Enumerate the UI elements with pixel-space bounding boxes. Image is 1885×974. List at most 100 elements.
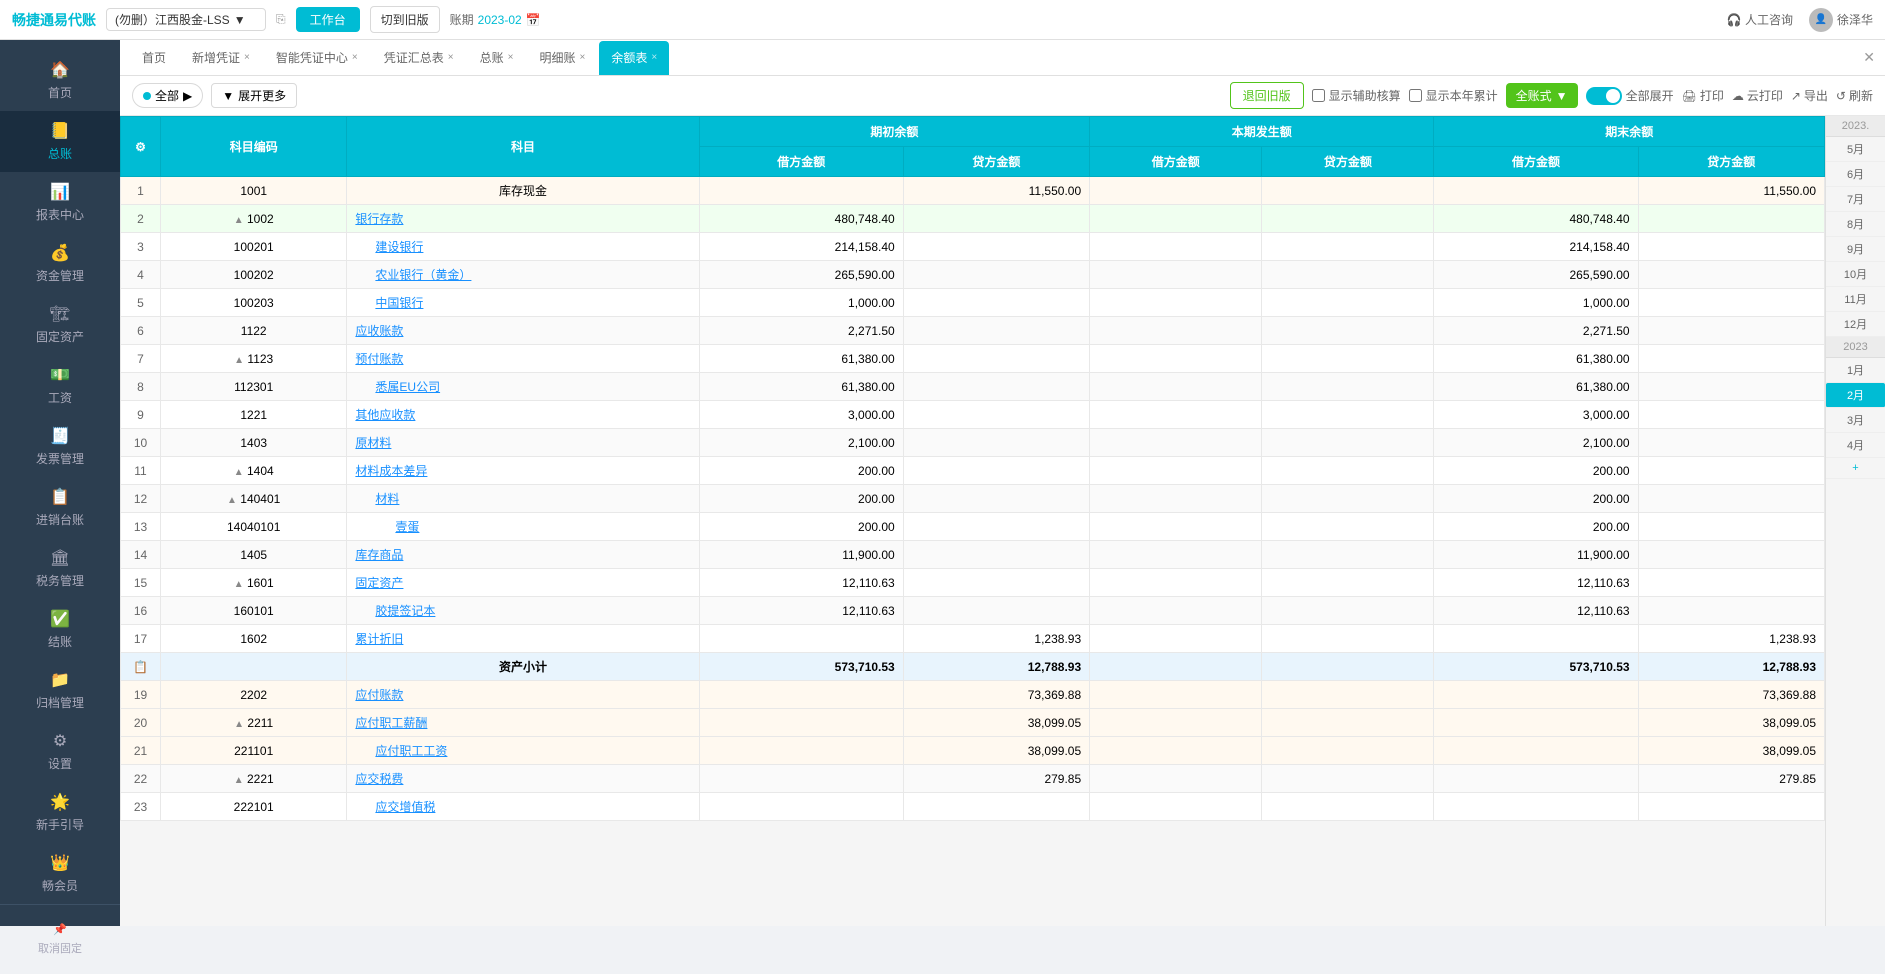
- print-button[interactable]: 🖨 打印: [1682, 87, 1724, 104]
- row-cur-debit: [1090, 541, 1262, 569]
- sidebar-item-tax[interactable]: 🏛 税务管理: [0, 538, 120, 599]
- row-cur-credit: [1262, 569, 1434, 597]
- toolbar-right: 退回旧版 显示辅助核算 显示本年累计 全账式 ▼ 全部: [1230, 82, 1873, 109]
- tab-balance[interactable]: 余额表 ×: [599, 41, 669, 75]
- company-selector[interactable]: (勿删）江西股金-LSS ▼: [106, 8, 266, 31]
- sidebar-item-assets[interactable]: 🏗 固定资产: [0, 294, 120, 355]
- return-old-button[interactable]: 退回旧版: [1230, 82, 1304, 109]
- row-name[interactable]: 悉属EU公司: [347, 373, 699, 401]
- tab-ledger-close[interactable]: ×: [508, 52, 514, 63]
- row-ob-debit: 200.00: [699, 513, 903, 541]
- right-panel-month-12[interactable]: 12月: [1826, 312, 1885, 337]
- right-panel-month-6[interactable]: 6月: [1826, 162, 1885, 187]
- sidebar-pin-button[interactable]: 📌 取消固定: [0, 913, 120, 966]
- tab-ledger[interactable]: 总账 ×: [468, 41, 526, 75]
- row-name[interactable]: 应付账款: [347, 681, 699, 709]
- sidebar-item-payroll[interactable]: 💵 工资: [0, 355, 120, 416]
- row-eb-credit: [1638, 233, 1824, 261]
- tab-home[interactable]: 首页: [130, 41, 178, 75]
- row-name[interactable]: 累计折旧: [347, 625, 699, 653]
- sidebar-item-purchase[interactable]: 📋 进销台账: [0, 477, 120, 538]
- row-name[interactable]: 预付账款: [347, 345, 699, 373]
- tab-detail-close[interactable]: ×: [579, 52, 585, 63]
- export-button[interactable]: ↗ 导出: [1791, 87, 1828, 104]
- row-name[interactable]: 银行存款: [347, 205, 699, 233]
- row-name[interactable]: 建设银行: [347, 233, 699, 261]
- row-name[interactable]: 应交税费: [347, 765, 699, 793]
- tab-detail[interactable]: 明细账 ×: [527, 41, 597, 75]
- sidebar-item-invoice[interactable]: 🧾 发票管理: [0, 416, 120, 477]
- tab-voucher-summary[interactable]: 凭证汇总表 ×: [372, 41, 466, 75]
- right-panel-month-3[interactable]: 3月: [1826, 408, 1885, 433]
- expand-button[interactable]: ▼ 展开更多: [211, 83, 297, 108]
- right-panel-add-button[interactable]: +: [1826, 458, 1885, 479]
- consult-link[interactable]: 🎧 人工咨询: [1727, 11, 1793, 28]
- row-ob-credit: [903, 373, 1089, 401]
- sidebar-item-home[interactable]: 🏠 首页: [0, 50, 120, 111]
- tab-new-voucher-close[interactable]: ×: [244, 52, 250, 63]
- show-ytd-input[interactable]: [1409, 89, 1422, 102]
- tab-smart-center-close[interactable]: ×: [352, 52, 358, 63]
- sidebar-item-guide[interactable]: 🌟 新手引导: [0, 782, 120, 843]
- right-panel-month-10[interactable]: 10月: [1826, 262, 1885, 287]
- row-name[interactable]: 应付职工工资: [347, 737, 699, 765]
- right-panel-month-11[interactable]: 11月: [1826, 287, 1885, 312]
- expand-icon: ▼: [222, 89, 234, 103]
- table-config-cell[interactable]: ⚙: [121, 117, 161, 177]
- row-name[interactable]: 应收账款: [347, 317, 699, 345]
- show-aux-input[interactable]: [1312, 89, 1325, 102]
- right-panel-month-9[interactable]: 9月: [1826, 237, 1885, 262]
- row-name[interactable]: 固定资产: [347, 569, 699, 597]
- sidebar-item-report[interactable]: 📊 报表中心: [0, 172, 120, 233]
- full-mode-button[interactable]: 全账式 ▼: [1506, 83, 1578, 108]
- sidebar-item-member[interactable]: 👑 畅会员: [0, 843, 120, 904]
- show-aux-checkbox[interactable]: 显示辅助核算: [1312, 87, 1401, 104]
- row-name[interactable]: 胶提签记本: [347, 597, 699, 625]
- tab-voucher-summary-close[interactable]: ×: [448, 52, 454, 63]
- row-name[interactable]: 应付职工薪酬: [347, 709, 699, 737]
- sidebar-item-archive[interactable]: 📁 归档管理: [0, 660, 120, 721]
- row-name[interactable]: 壹蛋: [347, 513, 699, 541]
- right-panel-month-1[interactable]: 1月: [1826, 358, 1885, 383]
- row-name[interactable]: 应交增值税: [347, 793, 699, 821]
- row-eb-credit: [1638, 345, 1824, 373]
- tab-smart-center[interactable]: 智能凭证中心 ×: [264, 41, 370, 75]
- row-code: ▲ 2221: [161, 765, 347, 793]
- show-ytd-checkbox[interactable]: 显示本年累计: [1409, 87, 1498, 104]
- row-name[interactable]: 其他应收款: [347, 401, 699, 429]
- sidebar-item-settings[interactable]: ⚙ 设置: [0, 721, 120, 782]
- right-panel-month-7[interactable]: 7月: [1826, 187, 1885, 212]
- row-cur-credit: [1262, 457, 1434, 485]
- table-row: 61122应收账款2,271.502,271.50: [121, 317, 1825, 345]
- right-panel-month-8[interactable]: 8月: [1826, 212, 1885, 237]
- print-icon: 🖨: [1682, 89, 1697, 103]
- row-name[interactable]: 材料成本差异: [347, 457, 699, 485]
- right-panel-month-5[interactable]: 5月: [1826, 137, 1885, 162]
- row-name[interactable]: 中国银行: [347, 289, 699, 317]
- row-name[interactable]: 农业银行（黄金）: [347, 261, 699, 289]
- workbench-button[interactable]: 工作台: [296, 7, 360, 32]
- tax-icon: 🏛: [50, 548, 70, 568]
- sidebar-item-settle[interactable]: ✅ 结账: [0, 599, 120, 660]
- switch-button[interactable]: 切到旧版: [370, 6, 440, 33]
- tab-new-voucher[interactable]: 新增凭证 ×: [180, 41, 262, 75]
- right-panel-month-2[interactable]: 2月: [1826, 383, 1885, 408]
- close-all-tabs-button[interactable]: ✕: [1863, 49, 1875, 66]
- refresh-button[interactable]: ↺ 刷新: [1836, 87, 1873, 104]
- purchase-icon: 📋: [50, 487, 70, 507]
- cloud-print-button[interactable]: ☁ 云打印: [1732, 87, 1783, 104]
- user-info[interactable]: 👤 徐泽华: [1809, 8, 1873, 32]
- row-number: 15: [121, 569, 161, 597]
- right-panel-month-4[interactable]: 4月: [1826, 433, 1885, 458]
- sidebar-item-ledger[interactable]: 📒 总账: [0, 111, 120, 172]
- period-value[interactable]: 2023-02: [478, 13, 522, 27]
- expand-all-toggle[interactable]: 全部展开: [1586, 87, 1674, 105]
- row-name[interactable]: 材料: [347, 485, 699, 513]
- sidebar-item-capital[interactable]: 💰 资金管理: [0, 233, 120, 294]
- row-name[interactable]: 库存商品: [347, 541, 699, 569]
- filter-button[interactable]: 全部 ▶: [132, 83, 203, 108]
- toggle-track[interactable]: [1586, 87, 1622, 105]
- tab-balance-close[interactable]: ×: [651, 52, 657, 63]
- copy-icon[interactable]: ⎘: [276, 12, 286, 27]
- row-name[interactable]: 原材料: [347, 429, 699, 457]
